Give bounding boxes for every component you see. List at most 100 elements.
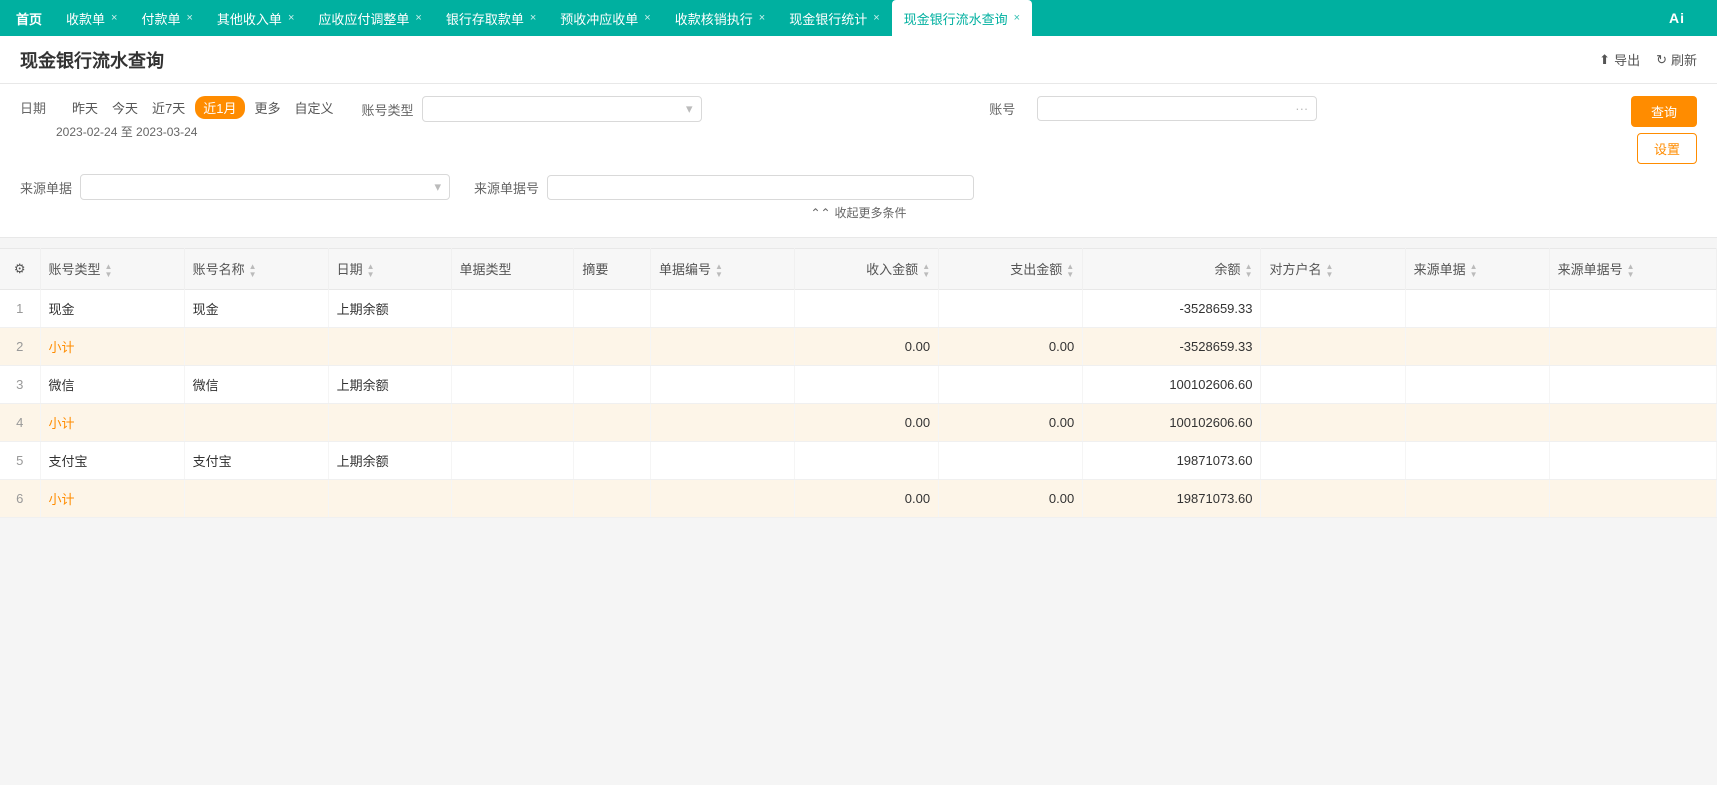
col-date[interactable]: 日期▲▼ [328, 249, 451, 290]
refresh-button[interactable]: ↻ 刷新 [1656, 50, 1697, 69]
source-doc-no-label: 来源单据号 [474, 178, 539, 197]
row-date: 上期余额 [328, 289, 451, 327]
nav-item-ar-ap-adjust[interactable]: 应收应付调整单 × [306, 0, 433, 36]
collapse-button[interactable]: ⌃⌃ 收起更多条件 [810, 204, 906, 221]
row-source-doc-no [1549, 327, 1716, 365]
date-opt-yesterday[interactable]: 昨天 [68, 96, 102, 119]
close-icon-ar-ap-adjust[interactable]: × [415, 12, 421, 24]
settings-button[interactable]: 设置 [1637, 133, 1697, 164]
close-icon-cash-bank-flow[interactable]: × [1014, 12, 1020, 24]
col-source-doc-no[interactable]: 来源单据号▲▼ [1549, 249, 1716, 290]
nav-item-payment[interactable]: 付款单 × [129, 0, 204, 36]
col-counterparty[interactable]: 对方户名▲▼ [1261, 249, 1405, 290]
row-num: 5 [0, 441, 40, 479]
nav-item-cash-bank-flow[interactable]: 现金银行流水查询 × [892, 0, 1032, 36]
date-opt-today[interactable]: 今天 [108, 96, 142, 119]
col-source-doc[interactable]: 来源单据▲▼ [1405, 249, 1549, 290]
nav-label-cash-bank-stat: 现金银行统计 [789, 9, 867, 28]
date-opt-custom[interactable]: 自定义 [291, 96, 338, 119]
row-doc-no [650, 327, 794, 365]
close-icon-other-income[interactable]: × [288, 12, 294, 24]
source-doc-no-input[interactable] [556, 180, 965, 195]
row-account-type: 现金 [40, 289, 184, 327]
nav-item-bank-deposit[interactable]: 银行存取款单 × [434, 0, 548, 36]
row-date: 上期余额 [328, 441, 451, 479]
row-account-name: 现金 [184, 289, 328, 327]
col-account-type[interactable]: 账号类型▲▼ [40, 249, 184, 290]
filter-area: 日期 昨天 今天 近7天 近1月 更多 自定义 2023-02-24 至 202… [0, 84, 1717, 238]
col-doc-no[interactable]: 单据编号▲▼ [650, 249, 794, 290]
account-type-select[interactable]: ▾ [422, 96, 702, 122]
close-icon-cash-bank-stat[interactable]: × [873, 12, 879, 24]
row-expense: 0.00 [939, 327, 1083, 365]
row-counterparty [1261, 479, 1405, 517]
row-source-doc-no [1549, 365, 1716, 403]
row-expense: 0.00 [939, 403, 1083, 441]
source-doc-select[interactable]: ▾ [80, 174, 450, 200]
account-dots-icon[interactable]: ··· [1295, 101, 1308, 116]
row-expense [939, 289, 1083, 327]
query-button[interactable]: 查询 [1631, 96, 1697, 127]
nav-label-receipt-verify: 收款核销执行 [675, 9, 753, 28]
row-account-type: 小计 [40, 479, 184, 517]
col-expense[interactable]: 支出金额▲▼ [939, 249, 1083, 290]
date-opt-1month[interactable]: 近1月 [195, 96, 244, 119]
nav-item-receipt[interactable]: 收款单 × [54, 0, 129, 36]
table-row: 5支付宝支付宝上期余额19871073.60 [0, 441, 1717, 479]
row-income [795, 289, 939, 327]
export-button[interactable]: ⬆ 导出 [1599, 50, 1640, 69]
nav-label-bank-deposit: 银行存取款单 [446, 9, 524, 28]
table-row: 4小计0.000.00100102606.60 [0, 403, 1717, 441]
row-counterparty [1261, 327, 1405, 365]
close-icon-payment[interactable]: × [186, 12, 192, 24]
page-header: 现金银行流水查询 ⬆ 导出 ↻ 刷新 Ai [0, 36, 1717, 84]
table-row: 6小计0.000.0019871073.60 [0, 479, 1717, 517]
close-icon-bank-deposit[interactable]: × [530, 12, 536, 24]
row-num: 6 [0, 479, 40, 517]
date-filter-label: 日期 [20, 98, 60, 117]
account-select[interactable]: ··· [1037, 96, 1317, 121]
col-summary[interactable]: 摘要 [574, 249, 651, 290]
close-icon-receipt-verify[interactable]: × [759, 12, 765, 24]
col-income[interactable]: 收入金额▲▼ [795, 249, 939, 290]
nav-item-home[interactable]: 首页 [4, 0, 54, 36]
row-doc-type [451, 327, 574, 365]
nav-item-other-income[interactable]: 其他收入单 × [205, 0, 306, 36]
close-icon-receipt[interactable]: × [111, 12, 117, 24]
row-source-doc [1405, 441, 1549, 479]
nav-item-cash-bank-stat[interactable]: 现金银行统计 × [777, 0, 891, 36]
nav-item-prepay-offset[interactable]: 预收冲应收单 × [548, 0, 662, 36]
row-expense [939, 365, 1083, 403]
row-account-type: 微信 [40, 365, 184, 403]
col-doc-type[interactable]: 单据类型 [451, 249, 574, 290]
col-balance[interactable]: 余额▲▼ [1083, 249, 1261, 290]
row-income [795, 365, 939, 403]
row-expense [939, 441, 1083, 479]
row-income: 0.00 [795, 403, 939, 441]
nav-label-cash-bank-flow: 现金银行流水查询 [904, 9, 1008, 28]
row-doc-no [650, 289, 794, 327]
table-row: 1现金现金上期余额-3528659.33 [0, 289, 1717, 327]
date-opt-more[interactable]: 更多 [251, 96, 285, 119]
row-source-doc [1405, 327, 1549, 365]
row-doc-no [650, 365, 794, 403]
row-date: 上期余额 [328, 365, 451, 403]
col-gear[interactable]: ⚙ [0, 249, 40, 290]
table-header-row: ⚙ 账号类型▲▼ 账号名称▲▼ 日期▲▼ 单据类型 摘要 单据编号▲▼ 收入金额… [0, 249, 1717, 290]
row-num: 4 [0, 403, 40, 441]
row-doc-no [650, 403, 794, 441]
top-navigation: 首页 收款单 × 付款单 × 其他收入单 × 应收应付调整单 × 银行存取款单 … [0, 0, 1717, 36]
row-account-type: 小计 [40, 403, 184, 441]
row-date [328, 403, 451, 441]
row-source-doc [1405, 289, 1549, 327]
col-account-name[interactable]: 账号名称▲▼ [184, 249, 328, 290]
date-opt-7days[interactable]: 近7天 [148, 96, 189, 119]
export-label: 导出 [1614, 50, 1640, 69]
ai-badge[interactable]: Ai [1657, 8, 1697, 28]
close-icon-prepay-offset[interactable]: × [644, 12, 650, 24]
nav-item-receipt-verify[interactable]: 收款核销执行 × [663, 0, 777, 36]
row-source-doc-no [1549, 441, 1716, 479]
row-summary [574, 441, 651, 479]
source-doc-chevron-icon: ▾ [434, 179, 441, 195]
row-account-name [184, 403, 328, 441]
